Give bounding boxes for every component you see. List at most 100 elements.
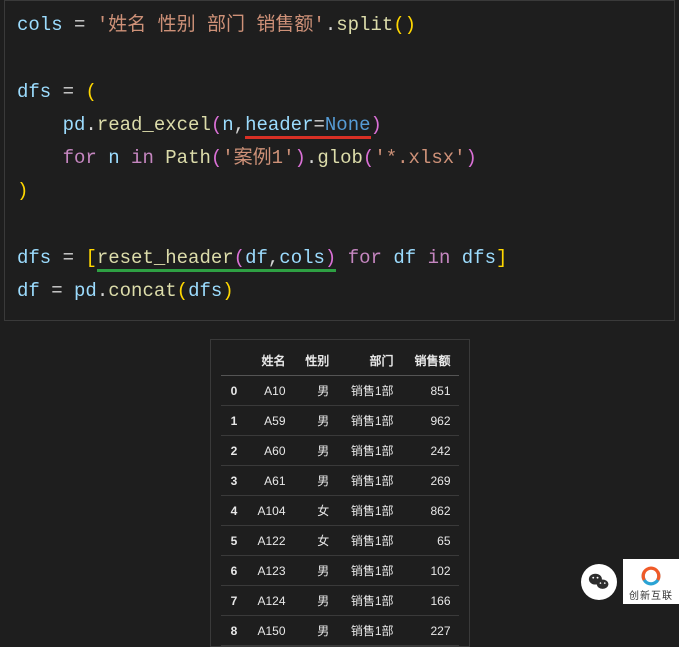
code-token: concat [108, 280, 176, 302]
code-token: header [245, 114, 313, 136]
table-row: 6A123男销售1部102 [221, 556, 459, 586]
table-cell: 销售1部 [337, 526, 401, 556]
code-token: pd [74, 280, 97, 302]
code-token: () [393, 14, 416, 36]
code-token: df [17, 280, 40, 302]
code-token: = [63, 14, 97, 36]
table-cell: 男 [294, 376, 338, 406]
code-token [382, 247, 393, 269]
table-header: 性别 [294, 346, 338, 376]
table-cell: A104 [245, 496, 293, 526]
table-cell: 男 [294, 466, 338, 496]
code-token [120, 147, 131, 169]
code-token: '案例1' [222, 147, 294, 169]
table-row: 5A122女销售1部65 [221, 526, 459, 556]
table-cell: 销售1部 [337, 616, 401, 646]
code-token: = [51, 247, 85, 269]
code-token: . [85, 114, 96, 136]
table-cell: 销售1部 [337, 406, 401, 436]
wechat-icon [581, 564, 617, 600]
code-block: cols = '姓名 性别 部门 销售额'.split() dfs = ( pd… [4, 0, 675, 321]
code-token: . [97, 280, 108, 302]
table-cell: 男 [294, 406, 338, 436]
code-token [336, 247, 347, 269]
table-cell: 销售1部 [337, 376, 401, 406]
code-token: , [268, 247, 279, 269]
table-cell: 男 [294, 556, 338, 586]
code-token: = [51, 81, 85, 103]
code-token: ) [371, 114, 382, 136]
code-token: glob [317, 147, 363, 169]
table-cell: A59 [245, 406, 293, 436]
code-token: , [234, 114, 245, 136]
code-token: n [108, 147, 119, 169]
code-token: in [428, 247, 451, 269]
code-token: in [131, 147, 154, 169]
dataframe-table: 姓名 性别 部门 销售额 0A10男销售1部8511A59男销售1部9622A6… [221, 346, 459, 646]
table-cell: A150 [245, 616, 293, 646]
code-token: ( [211, 114, 222, 136]
code-token: ) [295, 147, 306, 169]
code-token: reset_header [97, 247, 234, 269]
table-cell: A122 [245, 526, 293, 556]
code-token: df [393, 247, 416, 269]
code-token [416, 247, 427, 269]
table-cell: 862 [402, 496, 459, 526]
code-token: dfs [17, 81, 51, 103]
code-token: cols [17, 14, 63, 36]
underline-red: header=None [245, 114, 370, 139]
table-cell: 269 [402, 466, 459, 496]
code-token: ( [234, 247, 245, 269]
table-cell: 销售1部 [337, 556, 401, 586]
table-cell: 销售1部 [337, 466, 401, 496]
table-cell: 227 [402, 616, 459, 646]
table-header-row: 姓名 性别 部门 销售额 [221, 346, 459, 376]
table-cell: 销售1部 [337, 436, 401, 466]
table-cell: 女 [294, 496, 338, 526]
code-token: ) [222, 280, 233, 302]
table-cell: 女 [294, 526, 338, 556]
table-cell: 242 [402, 436, 459, 466]
code-token: ( [211, 147, 222, 169]
code-token: pd [63, 114, 86, 136]
table-cell: 3 [221, 466, 246, 496]
code-token: split [336, 14, 393, 36]
code-token [450, 247, 461, 269]
code-token: = [314, 114, 325, 136]
code-token: ) [466, 147, 477, 169]
table-row: 7A124男销售1部166 [221, 586, 459, 616]
watermark: 创新互联 [581, 559, 679, 604]
table-cell: 0 [221, 376, 246, 406]
brand-text: 创新互联 [629, 587, 673, 602]
table-cell: 男 [294, 436, 338, 466]
table-cell: A60 [245, 436, 293, 466]
code-token: dfs [17, 247, 51, 269]
table-cell: A61 [245, 466, 293, 496]
code-token: = [40, 280, 74, 302]
table-cell: 65 [402, 526, 459, 556]
table-cell: 6 [221, 556, 246, 586]
table-cell: A123 [245, 556, 293, 586]
table-cell: A10 [245, 376, 293, 406]
brand-badge: 创新互联 [623, 559, 679, 604]
code-token: n [222, 114, 233, 136]
code-token: ] [496, 247, 507, 269]
table-row: 2A60男销售1部242 [221, 436, 459, 466]
underline-green: reset_header(df,cols) [97, 247, 336, 272]
code-token: ( [85, 81, 96, 103]
code-token: . [325, 14, 336, 36]
code-token: read_excel [97, 114, 211, 136]
table-cell: 男 [294, 586, 338, 616]
table-cell: 102 [402, 556, 459, 586]
code-token: for [63, 147, 97, 169]
table-cell: 2 [221, 436, 246, 466]
table-header: 销售额 [402, 346, 459, 376]
table-cell: A124 [245, 586, 293, 616]
table-row: 0A10男销售1部851 [221, 376, 459, 406]
code-token: ) [325, 247, 336, 269]
code-token [17, 114, 63, 136]
code-token: cols [279, 247, 325, 269]
table-header: 部门 [337, 346, 401, 376]
code-token [154, 147, 165, 169]
code-token: '*.xlsx' [374, 147, 465, 169]
